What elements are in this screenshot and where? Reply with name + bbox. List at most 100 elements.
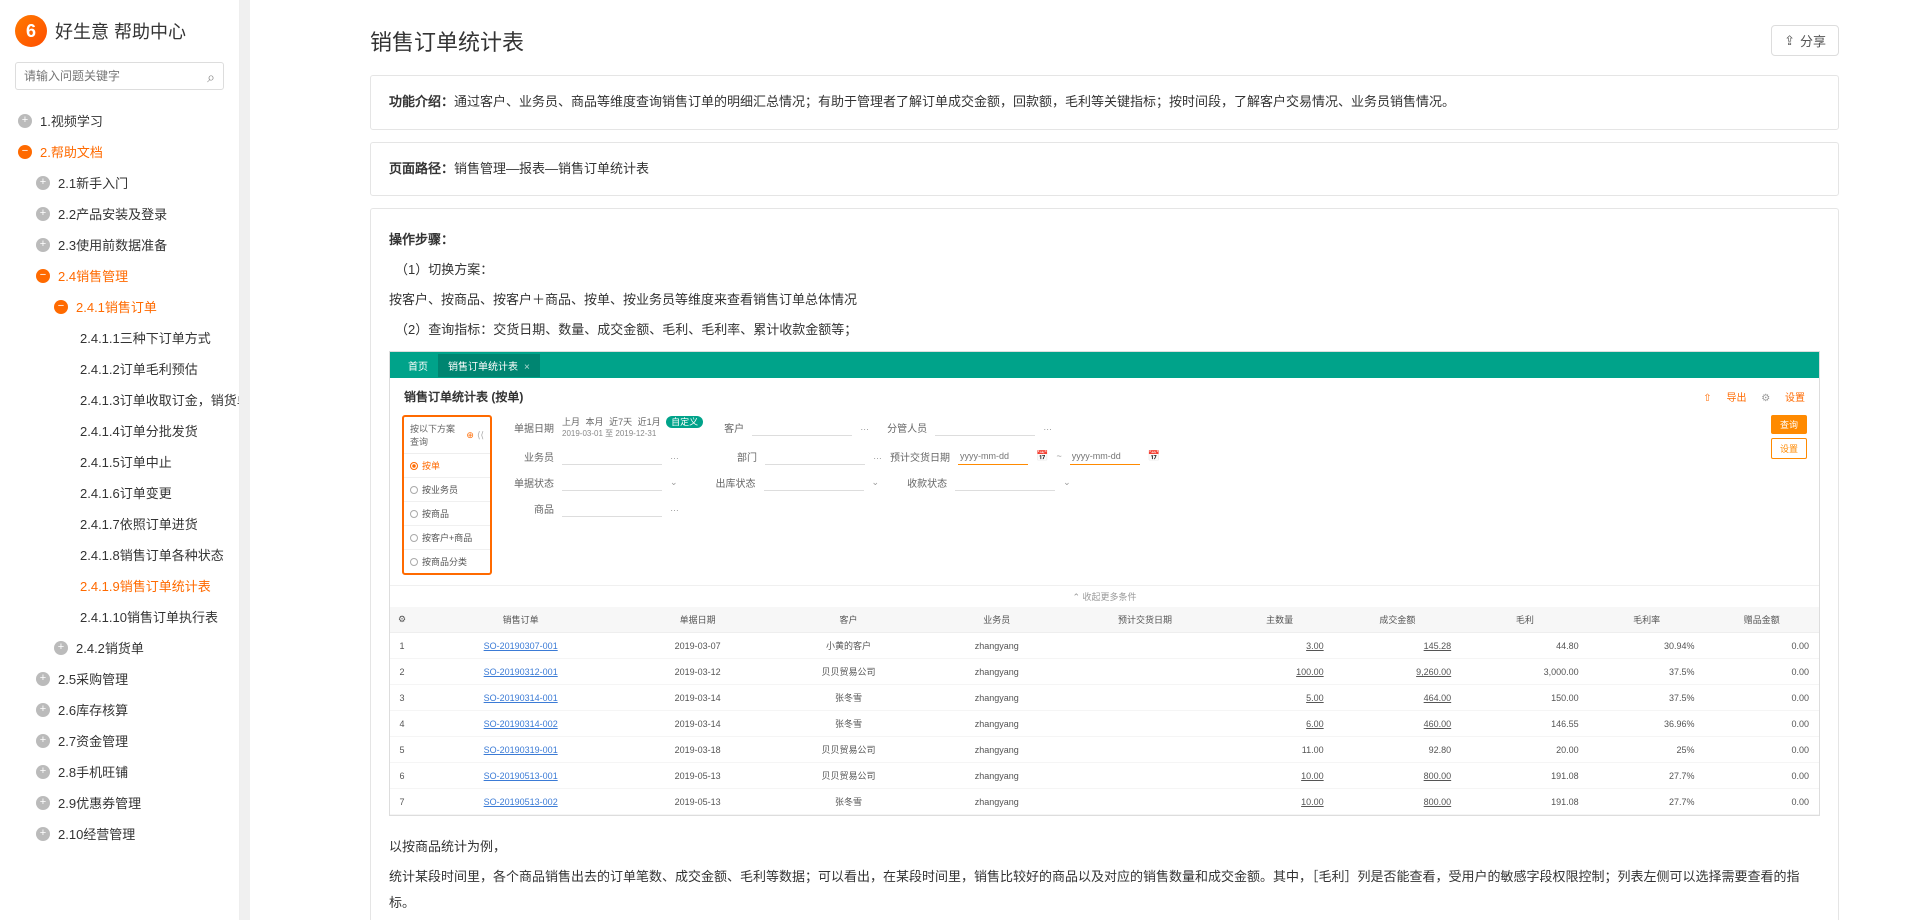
- nav-item-2-10[interactable]: +2.10经营管理: [0, 818, 239, 849]
- scheme-item[interactable]: 按单: [404, 454, 490, 478]
- set-button[interactable]: 设置: [1771, 438, 1807, 459]
- export-button[interactable]: ⇧ 导出: [1703, 393, 1746, 404]
- expand-icon[interactable]: +: [36, 796, 50, 810]
- expand-icon[interactable]: +: [36, 703, 50, 717]
- gear-icon[interactable]: ⚙: [398, 614, 406, 624]
- table-row[interactable]: 7SO-20190513-0022019-05-13张冬雪zhangyang10…: [390, 789, 1819, 815]
- table-cell: 25%: [1589, 737, 1705, 763]
- expand-icon[interactable]: +: [54, 641, 68, 655]
- scheme-head: 按以下方案查询 ⊕ ⟨⟨: [404, 417, 490, 454]
- scheme-item[interactable]: 按客户+商品: [404, 526, 490, 550]
- table-cell[interactable]: 3.00: [1226, 633, 1334, 659]
- nav-item-2-1[interactable]: +2.1新手入门: [0, 167, 239, 198]
- table-cell: zhangyang: [929, 633, 1064, 659]
- nav-item-2-7[interactable]: +2.7资金管理: [0, 725, 239, 756]
- table-cell[interactable]: 10.00: [1226, 763, 1334, 789]
- nav-item-2-4-2[interactable]: +2.4.2销货单: [0, 632, 239, 663]
- table-row[interactable]: 6SO-20190513-0012019-05-13贝贝贸易公司zhangyan…: [390, 763, 1819, 789]
- expand-icon[interactable]: +: [36, 827, 50, 841]
- collapse-icon[interactable]: −: [54, 300, 68, 314]
- table-cell[interactable]: 460.00: [1334, 711, 1462, 737]
- table-row[interactable]: 4SO-20190314-0022019-03-14张冬雪zhangyang6.…: [390, 711, 1819, 737]
- share-button[interactable]: ⇪分享: [1771, 25, 1839, 56]
- table-cell[interactable]: 464.00: [1334, 685, 1462, 711]
- nav-leaf-9[interactable]: 2.4.1.9销售订单统计表: [0, 570, 239, 601]
- nav-item-2-5[interactable]: +2.5采购管理: [0, 663, 239, 694]
- table-header: 预计交货日期: [1064, 607, 1225, 633]
- expand-icon[interactable]: +: [36, 734, 50, 748]
- expand-icon[interactable]: +: [36, 176, 50, 190]
- scheme-item[interactable]: 按商品分类: [404, 550, 490, 573]
- outstatus-input[interactable]: [764, 473, 864, 491]
- table-row[interactable]: 3SO-20190314-0012019-03-14张冬雪zhangyang5.…: [390, 685, 1819, 711]
- nav-leaf-6[interactable]: 2.4.1.6订单变更: [0, 477, 239, 508]
- goods-input[interactable]: [562, 499, 662, 517]
- expand-icon[interactable]: +: [36, 238, 50, 252]
- cust-input[interactable]: [752, 418, 852, 436]
- date-to[interactable]: [1070, 447, 1140, 465]
- nav-leaf-5[interactable]: 2.4.1.5订单中止: [0, 446, 239, 477]
- dept-input[interactable]: [765, 447, 865, 465]
- table-row[interactable]: 1SO-20190307-0012019-03-07小黄的客户zhangyang…: [390, 633, 1819, 659]
- nav-item-help-docs[interactable]: −2.帮助文档: [0, 136, 239, 167]
- search-input[interactable]: [15, 62, 224, 90]
- expand-icon[interactable]: +: [36, 765, 50, 779]
- table-cell[interactable]: 145.28: [1334, 633, 1462, 659]
- table-cell[interactable]: SO-20190513-001: [414, 763, 627, 789]
- table-row[interactable]: 5SO-20190319-0012019-03-18贝贝贸易公司zhangyan…: [390, 737, 1819, 763]
- mgr-input[interactable]: [935, 418, 1035, 436]
- nav-item-2-9[interactable]: +2.9优惠券管理: [0, 787, 239, 818]
- nav-leaf-7[interactable]: 2.4.1.7依照订单进货: [0, 508, 239, 539]
- table-cell[interactable]: SO-20190314-002: [414, 711, 627, 737]
- nav-item-2-4-1[interactable]: −2.4.1销售订单: [0, 291, 239, 322]
- nav-item-2-3[interactable]: +2.3使用前数据准备: [0, 229, 239, 260]
- table-cell[interactable]: 100.00: [1226, 659, 1334, 685]
- step1-num: （1）切换方案：: [389, 257, 1820, 283]
- status-input[interactable]: [562, 473, 662, 491]
- nav-leaf-4[interactable]: 2.4.1.4订单分批发货: [0, 415, 239, 446]
- table-cell[interactable]: 800.00: [1334, 789, 1462, 815]
- table-cell[interactable]: SO-20190314-001: [414, 685, 627, 711]
- table-cell[interactable]: SO-20190319-001: [414, 737, 627, 763]
- table-header: 销售订单: [414, 607, 627, 633]
- paystatus-input[interactable]: [955, 473, 1055, 491]
- expand-icon[interactable]: +: [18, 114, 32, 128]
- table-cell[interactable]: 5.00: [1226, 685, 1334, 711]
- close-icon[interactable]: ×: [524, 362, 530, 373]
- nav-item-2-2[interactable]: +2.2产品安装及登录: [0, 198, 239, 229]
- nav-item-2-8[interactable]: +2.8手机旺铺: [0, 756, 239, 787]
- collapse-bar[interactable]: ⌃ 收起更多条件: [390, 585, 1819, 607]
- nav-leaf-3[interactable]: 2.4.1.3订单收取订金，销货单: [0, 384, 239, 415]
- sidebar-scrollbar[interactable]: [240, 0, 250, 920]
- expand-icon[interactable]: +: [36, 207, 50, 221]
- table-row[interactable]: 2SO-20190312-0012019-03-12贝贝贸易公司zhangyan…: [390, 659, 1819, 685]
- nav-item-2-4[interactable]: −2.4销售管理: [0, 260, 239, 291]
- ss-tab-report[interactable]: 销售订单统计表×: [438, 354, 540, 377]
- table-cell[interactable]: SO-20190312-001: [414, 659, 627, 685]
- nav-leaf-8[interactable]: 2.4.1.8销售订单各种状态: [0, 539, 239, 570]
- collapse-icon[interactable]: −: [18, 145, 32, 159]
- nav-item-video[interactable]: +1.视频学习: [0, 105, 239, 136]
- table-cell[interactable]: 10.00: [1226, 789, 1334, 815]
- expand-icon[interactable]: +: [36, 672, 50, 686]
- table-cell[interactable]: SO-20190513-002: [414, 789, 627, 815]
- table-cell[interactable]: 6.00: [1226, 711, 1334, 737]
- table-cell: 2019-03-12: [627, 659, 768, 685]
- settings-button[interactable]: ⚙ 设置: [1761, 393, 1805, 404]
- search-icon[interactable]: ⌕: [207, 69, 215, 86]
- sales-input[interactable]: [562, 447, 662, 465]
- nav-leaf-1[interactable]: 2.4.1.1三种下订单方式: [0, 322, 239, 353]
- date-custom[interactable]: 自定义: [666, 416, 703, 428]
- scheme-item[interactable]: 按业务员: [404, 478, 490, 502]
- table-cell[interactable]: 800.00: [1334, 763, 1462, 789]
- scheme-item[interactable]: 按商品: [404, 502, 490, 526]
- nav-item-2-6[interactable]: +2.6库存核算: [0, 694, 239, 725]
- nav-leaf-10[interactable]: 2.4.1.10销售订单执行表: [0, 601, 239, 632]
- table-cell[interactable]: SO-20190307-001: [414, 633, 627, 659]
- ss-tab-home[interactable]: 首页: [398, 354, 438, 377]
- nav-leaf-2[interactable]: 2.4.1.2订单毛利预估: [0, 353, 239, 384]
- query-button[interactable]: 查询: [1771, 415, 1807, 434]
- date-from[interactable]: [958, 447, 1028, 465]
- collapse-icon[interactable]: −: [36, 269, 50, 283]
- table-cell[interactable]: 9,260.00: [1334, 659, 1462, 685]
